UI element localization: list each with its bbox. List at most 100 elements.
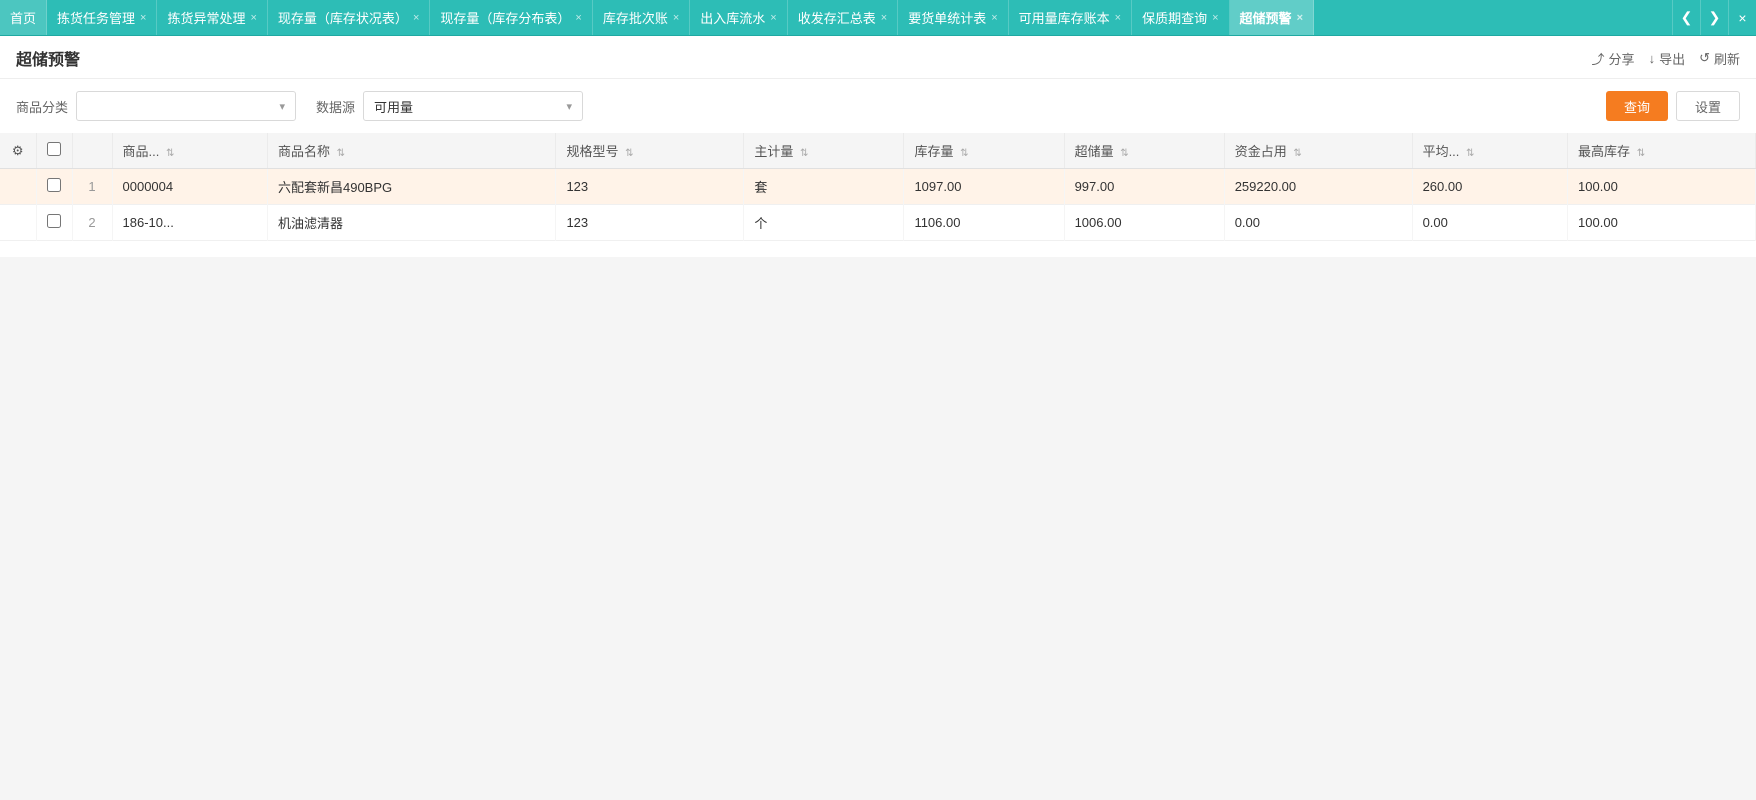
nav-item-label: 要货单统计表 (908, 8, 986, 27)
nav-item-home[interactable]: 首页 (0, 0, 47, 35)
cell-product-code: 186-10... (112, 205, 267, 241)
nav-item-close-icon[interactable]: × (1297, 12, 1303, 24)
nav-item-available-ledger[interactable]: 可用量库存账本 × (1009, 0, 1132, 35)
share-icon: ⤴ (1592, 49, 1605, 68)
nav-item-label: 库存批次账 (603, 8, 668, 27)
refresh-button[interactable]: ↺ 刷新 (1699, 49, 1740, 68)
sort-inventory-icon: ⇅ (960, 148, 968, 159)
nav-item-label: 超储预警 (1240, 8, 1292, 27)
nav-item-label: 拣货异常处理 (167, 8, 245, 27)
row-checkbox-cell[interactable] (36, 205, 72, 241)
cell-capital-used: 259220.00 (1224, 169, 1412, 205)
row-gear-cell (0, 205, 36, 241)
column-capital[interactable]: 资金占用 ⇅ (1224, 133, 1412, 169)
sort-spec-icon: ⇅ (625, 148, 633, 159)
nav-arrows: ❮ ❯ × (1672, 0, 1756, 36)
export-button[interactable]: ↓ 导出 (1649, 49, 1686, 68)
header-actions: ⤴ 分享 ↓ 导出 ↺ 刷新 (1592, 49, 1740, 68)
nav-item-close-icon[interactable]: × (673, 12, 679, 24)
cell-inventory: 1106.00 (904, 205, 1064, 241)
datasource-filter-group: 数据源 可用量 ▾ (316, 91, 583, 121)
nav-item-close-icon[interactable]: × (250, 12, 256, 24)
nav-item-shelf-life[interactable]: 保质期查询 × (1132, 0, 1229, 35)
nav-item-inventory-batch[interactable]: 库存批次账 × (593, 0, 690, 35)
nav-arrow-right[interactable]: ❯ (1700, 0, 1728, 36)
table-container: ⚙ 商品... ⇅ 商品名称 ⇅ 规格型号 (0, 133, 1756, 257)
nav-item-close-icon[interactable]: × (140, 12, 146, 24)
cell-overstock: 997.00 (1064, 169, 1224, 205)
nav-item-tuo-task[interactable]: 拣货任务管理× (47, 0, 157, 35)
cell-product-name: 机油滤清器 (267, 205, 555, 241)
datasource-label: 数据源 (316, 97, 355, 116)
column-inventory[interactable]: 库存量 ⇅ (904, 133, 1064, 169)
nav-arrow-close[interactable]: × (1728, 0, 1756, 36)
datasource-select[interactable]: 可用量 ▾ (363, 91, 583, 121)
column-checkbox-all[interactable] (36, 133, 72, 169)
category-filter-group: 商品分类 ▾ (16, 91, 296, 121)
column-max-stock-label: 最高库存 (1578, 144, 1630, 159)
filter-action-buttons: 查询 设置 (1606, 91, 1740, 121)
page-title: 超储预警 (16, 46, 80, 70)
row-checkbox[interactable] (47, 178, 61, 192)
column-inventory-label: 库存量 (914, 144, 953, 159)
nav-item-close-icon[interactable]: × (413, 12, 419, 24)
column-overstock[interactable]: 超储量 ⇅ (1064, 133, 1224, 169)
top-navigation: 首页拣货任务管理×拣货异常处理×现存量（库存状况表）×现存量（库存分布表）×库存… (0, 0, 1756, 36)
cell-overstock: 1006.00 (1064, 205, 1224, 241)
sort-overstock-icon: ⇅ (1120, 148, 1128, 159)
cell-spec: 123 (556, 169, 744, 205)
cell-product-name: 六配套新昌490BPG (267, 169, 555, 205)
nav-item-label: 保质期查询 (1142, 8, 1207, 27)
nav-arrow-left[interactable]: ❮ (1672, 0, 1700, 36)
data-table: ⚙ 商品... ⇅ 商品名称 ⇅ 规格型号 (0, 133, 1756, 241)
nav-item-inventory-status[interactable]: 现存量（库存状况表） × (268, 0, 430, 35)
row-number: 1 (72, 169, 112, 205)
sort-max-stock-icon: ⇅ (1637, 148, 1645, 159)
column-row-num (72, 133, 112, 169)
column-spec[interactable]: 规格型号 ⇅ (556, 133, 744, 169)
cell-spec: 123 (556, 205, 744, 241)
cell-unit: 个 (744, 205, 904, 241)
nav-item-close-icon[interactable]: × (881, 12, 887, 24)
datasource-chevron-icon: ▾ (567, 100, 573, 113)
nav-item-order-stat[interactable]: 要货单统计表 × (898, 0, 1008, 35)
row-number: 2 (72, 205, 112, 241)
nav-item-close-icon[interactable]: × (770, 12, 776, 24)
settings-button[interactable]: 设置 (1676, 91, 1740, 121)
sort-product-name-icon: ⇅ (337, 148, 345, 159)
column-product-code[interactable]: 商品... ⇅ (112, 133, 267, 169)
column-product-name[interactable]: 商品名称 ⇅ (267, 133, 555, 169)
page-header: 超储预警 ⤴ 分享 ↓ 导出 ↺ 刷新 (0, 36, 1756, 79)
cell-max-stock: 100.00 (1568, 169, 1756, 205)
nav-item-inventory-dist[interactable]: 现存量（库存分布表） × (430, 0, 592, 35)
nav-item-overstock-alert[interactable]: 超储预警 × (1230, 0, 1314, 35)
nav-item-label: 现存量（库存分布表） (440, 8, 570, 27)
column-max-stock[interactable]: 最高库存 ⇅ (1568, 133, 1756, 169)
gear-icon: ⚙ (12, 143, 24, 158)
sort-unit-icon: ⇅ (800, 148, 808, 159)
nav-item-label: 收发存汇总表 (798, 8, 876, 27)
nav-item-label: 现存量（库存状况表） (278, 8, 408, 27)
nav-item-collect-summary[interactable]: 收发存汇总表 × (788, 0, 898, 35)
nav-item-close-icon[interactable]: × (991, 12, 997, 24)
nav-item-close-icon[interactable]: × (1115, 12, 1121, 24)
sort-product-code-icon: ⇅ (166, 148, 174, 159)
nav-item-label: 可用量库存账本 (1019, 8, 1110, 27)
page-container: 超储预警 ⤴ 分享 ↓ 导出 ↺ 刷新 商品分类 ▾ 数据源 (0, 36, 1756, 257)
category-select[interactable]: ▾ (76, 91, 296, 121)
query-button[interactable]: 查询 (1606, 91, 1668, 121)
row-checkbox-cell[interactable] (36, 169, 72, 205)
select-all-checkbox[interactable] (47, 142, 61, 156)
nav-item-inout-flow[interactable]: 出入库流水× (690, 0, 787, 35)
nav-item-close-icon[interactable]: × (575, 12, 581, 24)
row-checkbox[interactable] (47, 214, 61, 228)
column-avg[interactable]: 平均... ⇅ (1412, 133, 1567, 169)
share-button[interactable]: ⤴ 分享 (1592, 49, 1635, 68)
column-gear[interactable]: ⚙ (0, 133, 36, 169)
column-overstock-label: 超储量 (1075, 144, 1114, 159)
nav-item-close-icon[interactable]: × (1212, 12, 1218, 24)
export-icon: ↓ (1649, 51, 1656, 66)
column-unit[interactable]: 主计量 ⇅ (744, 133, 904, 169)
datasource-select-value: 可用量 (374, 97, 413, 116)
nav-item-tuo-abnormal[interactable]: 拣货异常处理 × (157, 0, 267, 35)
